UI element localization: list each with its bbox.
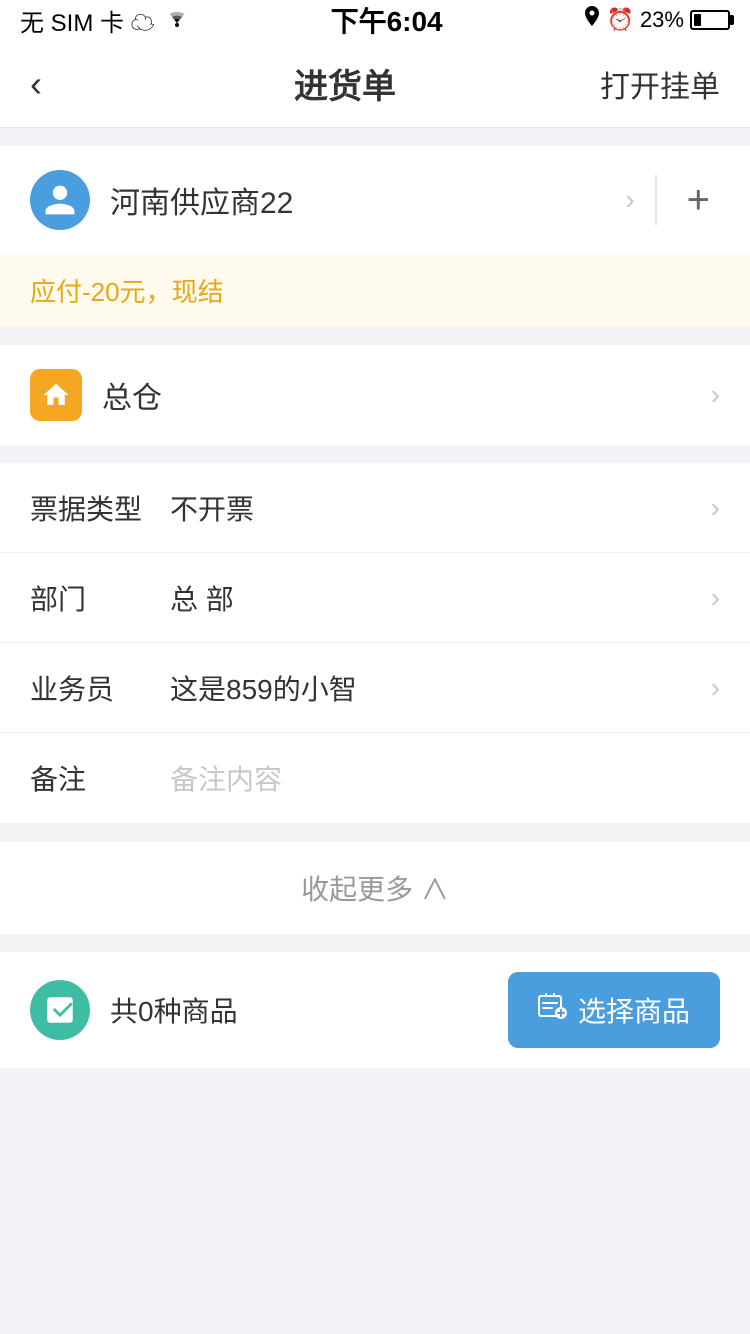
salesperson-value: 这是859的小智 [170,668,711,708]
supplier-divider [655,175,657,225]
notice-bar: 应付-20元，现结 [0,254,750,327]
supplier-name: 河南供应商22 [110,178,625,222]
product-icon [30,980,90,1040]
divider-2 [0,327,750,345]
status-right: ⏰ 23% [583,6,730,34]
department-chevron-icon: › [711,582,720,614]
remark-label: 备注 [30,758,170,798]
nav-bar: ‹ 进货单 打开挂单 [0,40,750,128]
location-icon [583,6,601,34]
page-title: 进货单 [294,59,396,108]
wifi-icon [163,6,191,34]
salesperson-chevron-icon: › [711,672,720,704]
supplier-row[interactable]: 河南供应商22 › + [0,146,750,254]
add-supplier-button[interactable]: + [677,178,720,223]
status-bar: 无 SIM 卡 ☁ 下午6:04 ⏰ 23% [0,0,750,40]
notice-text: 应付-20元，现结 [30,277,224,307]
battery-icon [690,10,730,30]
invoice-type-label: 票据类型 [30,488,170,528]
warehouse-icon [30,369,82,421]
warehouse-chevron-icon: › [711,379,720,411]
select-product-label: 选择商品 [578,990,690,1030]
signal-text: 无 SIM 卡 ☁ [20,3,155,38]
invoice-type-row[interactable]: 票据类型 不开票 › [0,463,750,553]
department-label: 部门 [30,578,170,618]
department-value: 总 部 [170,578,711,618]
form-section: 票据类型 不开票 › 部门 总 部 › 业务员 这是859的小智 › 备注 备注… [0,463,750,823]
supplier-avatar [30,170,90,230]
salesperson-label: 业务员 [30,668,170,708]
select-product-button[interactable]: 选择商品 [508,972,720,1048]
open-pending-button[interactable]: 打开挂单 [600,62,720,106]
department-row[interactable]: 部门 总 部 › [0,553,750,643]
remark-row[interactable]: 备注 备注内容 [0,733,750,823]
supplier-section: 河南供应商22 › + 应付-20元，现结 [0,146,750,327]
remark-placeholder[interactable]: 备注内容 [170,758,720,798]
status-time: 下午6:04 [331,0,443,40]
warehouse-name: 总仓 [102,373,711,417]
product-count: 共0种商品 [110,990,508,1030]
bottom-bar: 共0种商品 选择商品 [0,952,750,1068]
invoice-type-value: 不开票 [170,488,711,528]
select-product-icon [538,993,568,1027]
invoice-type-chevron-icon: › [711,492,720,524]
alarm-icon: ⏰ [607,7,634,33]
supplier-chevron-icon: › [625,184,634,216]
collapse-button[interactable]: 收起更多 ∧ [0,841,750,934]
warehouse-section[interactable]: 总仓 › [0,345,750,445]
back-button[interactable]: ‹ [30,63,90,105]
warehouse-row[interactable]: 总仓 › [0,345,750,445]
collapse-label: 收起更多 ∧ [301,868,449,908]
battery-percent: 23% [640,7,684,33]
status-left: 无 SIM 卡 ☁ [20,3,191,38]
divider-1 [0,128,750,146]
salesperson-row[interactable]: 业务员 这是859的小智 › [0,643,750,733]
